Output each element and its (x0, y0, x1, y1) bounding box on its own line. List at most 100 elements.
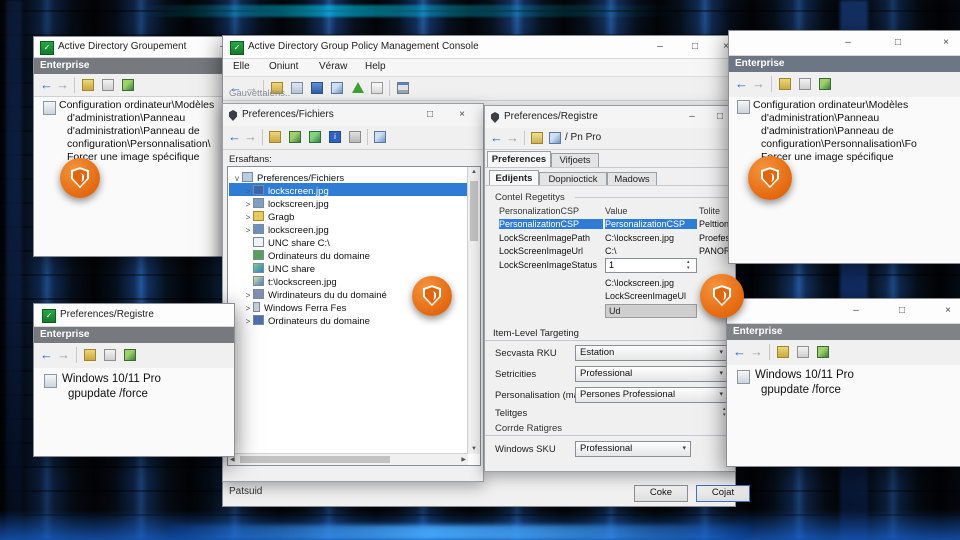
back-icon[interactable]: ← (40, 346, 53, 364)
personalisation-select[interactable]: ▾ Persones Professional (575, 387, 728, 403)
tab-vifjoets[interactable]: Vifjoets (551, 153, 599, 168)
panel-title: Preferences/Fichiers (242, 109, 334, 120)
forward-icon[interactable]: → (752, 75, 765, 93)
enterprise-bar: Enterprise (34, 327, 234, 343)
minimize-button[interactable]: – (653, 41, 667, 52)
minimize-button[interactable]: – (841, 37, 855, 48)
status-spinner-input[interactable]: 1 (605, 258, 697, 273)
tree-row[interactable]: UNC share C:\ (229, 235, 467, 249)
location-label: Ersaftans: (229, 154, 272, 165)
back-icon[interactable]: ← (733, 343, 746, 361)
windows-sku-select[interactable]: ▾ Professional (575, 441, 691, 457)
menu-action[interactable]: Oniunt (263, 61, 304, 72)
registry-row[interactable]: LockScreenImageUrl C:\ PANORD DW (497, 245, 754, 258)
maximize-button[interactable]: □ (891, 37, 905, 48)
file-icon[interactable] (797, 346, 809, 358)
tree-row[interactable]: v Preferences/Fichiers (229, 170, 467, 184)
monitor-icon[interactable] (397, 82, 409, 94)
back-icon[interactable]: ← (735, 75, 748, 93)
info-icon[interactable]: i (329, 131, 341, 143)
tab-preferences[interactable]: Preferences (487, 151, 551, 168)
back-icon[interactable]: ← (228, 128, 241, 146)
minimize-button[interactable]: – (849, 305, 863, 316)
policy-path-line: d'administration\Panneau de (67, 125, 200, 137)
edition-select[interactable]: ▾ Professional (575, 366, 728, 382)
scroll-left-icon[interactable]: ◀ (230, 456, 235, 463)
menu-view[interactable]: Véraw (313, 61, 353, 72)
tab-madows[interactable]: Madows (607, 172, 657, 186)
ud-field[interactable]: Ud (605, 304, 697, 318)
forward-icon[interactable]: → (244, 128, 257, 146)
close-button[interactable]: × (455, 109, 469, 120)
scroll-thumb[interactable] (240, 456, 390, 463)
image-icon[interactable] (289, 131, 301, 143)
vertical-scrollbar[interactable]: ▲ ▼ (467, 167, 480, 454)
back-icon[interactable]: ← (490, 129, 503, 147)
file-icon[interactable] (799, 78, 811, 90)
lock-icon[interactable] (531, 132, 543, 144)
spinner[interactable]: ▴ ▾ (687, 259, 690, 271)
folder-icon[interactable] (777, 346, 789, 358)
gray-folder-icon[interactable] (349, 131, 361, 143)
image-icon[interactable] (124, 349, 136, 361)
image-icon[interactable] (549, 132, 561, 144)
picture-icon[interactable] (374, 131, 386, 143)
chart-icon[interactable] (311, 82, 323, 94)
image-icon[interactable] (309, 131, 321, 143)
tab-edijents[interactable]: Edijents (489, 170, 539, 186)
forward-icon[interactable]: → (506, 129, 519, 147)
back-icon[interactable]: ← (40, 76, 53, 94)
scroll-up-icon[interactable]: ▲ (468, 169, 480, 175)
forward-icon[interactable]: → (56, 76, 69, 94)
folder-icon[interactable] (269, 131, 281, 143)
field-label: Personalisation (ma) (495, 390, 583, 401)
image-icon[interactable] (122, 79, 134, 91)
node-icon (253, 224, 264, 234)
col-header-name[interactable]: PersonalizationCSP (499, 206, 579, 216)
registry-row[interactable]: LockScreenImagePath C:\lockscreen.jpg Pr… (497, 232, 754, 245)
menu-help[interactable]: Help (359, 61, 392, 72)
horizontal-scrollbar[interactable]: ◀ ▶ (228, 453, 468, 465)
col-header-value[interactable]: Value (605, 206, 627, 216)
folder-icon[interactable] (779, 78, 791, 90)
spin-down-icon[interactable]: ▾ (687, 265, 690, 271)
menu-file[interactable]: Elle (227, 61, 256, 72)
forward-icon[interactable]: → (57, 346, 70, 364)
node-icon (253, 185, 264, 195)
tree-row[interactable]: Ordinateurs du domaine (229, 248, 467, 262)
file-icon[interactable] (102, 79, 114, 91)
sku-select[interactable]: ▾ Estation (575, 345, 728, 361)
registry-row[interactable]: PersonalizationCSP PersonalizationCSP Pe… (497, 218, 748, 231)
tree-row[interactable]: > lockscreen.jpg (229, 183, 467, 197)
scroll-down-icon[interactable]: ▼ (468, 446, 480, 452)
tree-row[interactable]: > lockscreen.jpg (229, 222, 467, 236)
ok-button[interactable]: Coke (634, 485, 688, 502)
report-icon[interactable] (291, 82, 303, 94)
scroll-right-icon[interactable]: ▶ (461, 456, 466, 463)
maximize-button[interactable]: □ (423, 109, 437, 120)
cone-icon[interactable] (352, 82, 364, 93)
tree-row[interactable]: > lockscreen.jpg (229, 196, 467, 210)
registry-row[interactable]: LockScreenImageStatus 1 ▴ ▾ (497, 258, 697, 273)
scroll-thumb[interactable] (470, 181, 478, 241)
tree-row[interactable]: UNC share (229, 261, 467, 275)
copy-icon[interactable] (371, 82, 383, 94)
close-button[interactable]: × (941, 305, 955, 316)
cancel-button[interactable]: Cojat (696, 485, 750, 502)
maximize-button[interactable]: □ (713, 111, 727, 122)
close-button[interactable]: × (939, 37, 953, 48)
maximize-button[interactable]: □ (688, 41, 702, 52)
folder-icon[interactable] (82, 79, 94, 91)
col-header-extra[interactable]: Tolite (699, 206, 720, 216)
minimize-button[interactable]: – (685, 111, 699, 122)
tab-dopnioctick[interactable]: Dopnioctick (539, 172, 607, 186)
image-icon[interactable] (819, 78, 831, 90)
file-icon[interactable] (104, 349, 116, 361)
content-line: Windows 10/11 Pro (755, 369, 854, 381)
image-icon[interactable] (817, 346, 829, 358)
image-icon[interactable] (331, 82, 343, 94)
tree-row[interactable]: > Gragb (229, 209, 467, 223)
forward-icon[interactable]: → (750, 343, 763, 361)
folder-icon[interactable] (84, 349, 96, 361)
maximize-button[interactable]: □ (895, 305, 909, 316)
